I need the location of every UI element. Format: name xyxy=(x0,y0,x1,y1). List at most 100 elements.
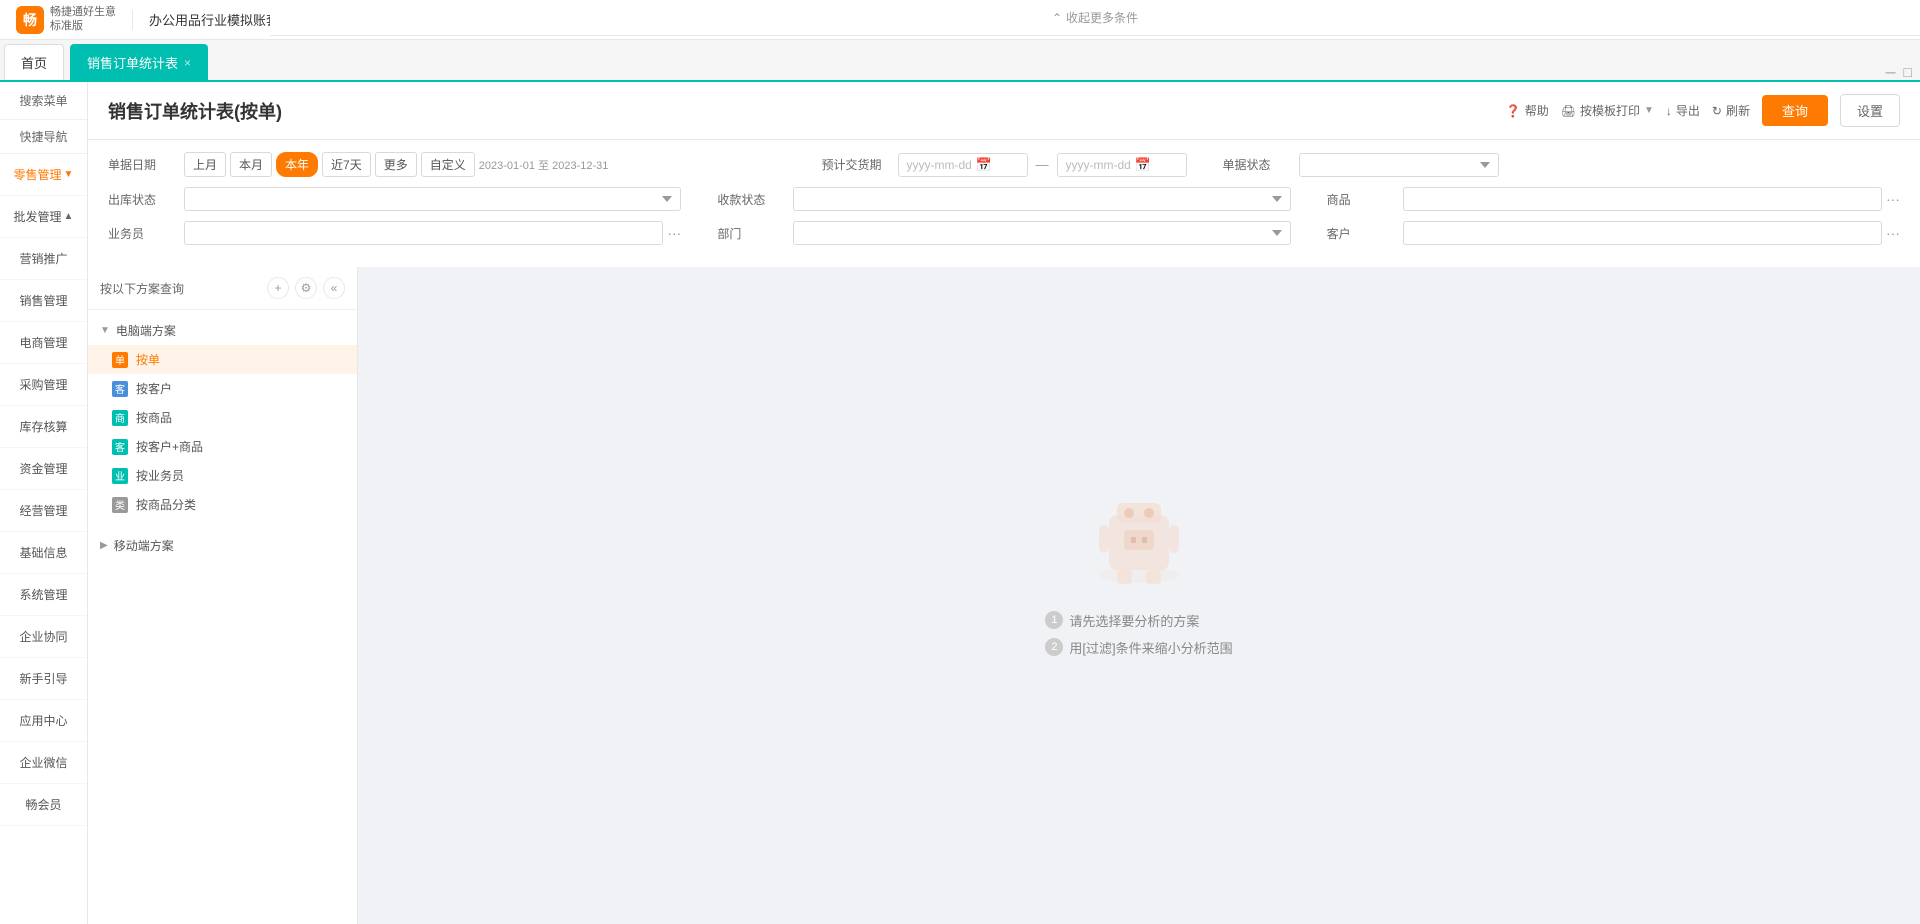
scheme-item-by-goods[interactable]: 商 按商品 xyxy=(88,403,357,432)
help-label: 帮助 xyxy=(1525,102,1549,119)
scheme-icon-goods: 商 xyxy=(112,410,128,426)
last7days-btn[interactable]: 近7天 xyxy=(322,152,371,177)
out-status-select[interactable] xyxy=(184,187,681,211)
print-icon: 🖨 xyxy=(1561,104,1576,118)
expected-date-from-input[interactable]: yyyy-mm-dd 📅 xyxy=(898,153,1028,177)
tab-sales-order[interactable]: 销售订单统计表 × xyxy=(70,44,208,80)
this-month-btn[interactable]: 本月 xyxy=(230,152,272,177)
last-month-btn[interactable]: 上月 xyxy=(184,152,226,177)
sidebar-item-inventory[interactable]: 库存核算 xyxy=(0,406,87,448)
sidebar-item-wechat[interactable]: 企业微信 xyxy=(0,742,87,784)
scheme-item-by-order[interactable]: 单 按单 xyxy=(88,345,357,374)
left-panel-header: 按以下方案查询 + ⚙ « xyxy=(88,267,357,310)
page-header-actions: ❓ 帮助 🖨 按模板打印 ▼ ↓ 导出 ↻ 刷新 查询 设置 xyxy=(1506,94,1900,139)
expected-date-to-input[interactable]: yyyy-mm-dd 📅 xyxy=(1057,153,1187,177)
export-button[interactable]: ↓ 导出 xyxy=(1666,102,1700,119)
refresh-label: 刷新 xyxy=(1726,102,1750,119)
scheme-label-order: 按单 xyxy=(136,351,160,368)
retail-arrow: ▼ xyxy=(64,169,74,180)
calendar-from-icon[interactable]: 📅 xyxy=(976,157,992,173)
status-select[interactable] xyxy=(1299,153,1499,177)
scheme-item-by-staff[interactable]: 业 按业务员 xyxy=(88,461,357,490)
sidebar-item-member[interactable]: 畅会员 xyxy=(0,784,87,826)
out-status-group xyxy=(184,187,681,211)
current-year-btn[interactable]: 本年 xyxy=(276,152,318,177)
out-status-label: 出库状态 xyxy=(108,191,168,208)
scheme-item-by-customer-goods[interactable]: 客 按客户+商品 xyxy=(88,432,357,461)
scheme-icon-customer-goods: 客 xyxy=(112,439,128,455)
scheme-settings-button[interactable]: ⚙ xyxy=(295,277,317,299)
sidebar-item-wholesale[interactable]: 批发管理 ▲ xyxy=(0,196,87,238)
sidebar-item-marketing[interactable]: 营销推广 xyxy=(0,238,87,280)
print-button[interactable]: 🖨 按模板打印 ▼ xyxy=(1561,102,1654,119)
page-header: 销售订单统计表(按单) ❓ 帮助 🖨 按模板打印 ▼ ↓ 导出 ↻ 刷新 xyxy=(88,82,1920,140)
sidebar-item-system[interactable]: 系统管理 xyxy=(0,574,87,616)
sidebar-search[interactable]: 搜索菜单 xyxy=(0,82,87,120)
pay-status-group xyxy=(793,187,1290,211)
add-scheme-button[interactable]: + xyxy=(267,277,289,299)
customer-input[interactable] xyxy=(1403,221,1882,245)
refresh-button[interactable]: ↻ 刷新 xyxy=(1712,102,1750,119)
date-label: 单据日期 xyxy=(108,156,168,173)
logo-area: 畅 畅捷通好生意 标准版 xyxy=(16,6,116,34)
sidebar-item-finance[interactable]: 资金管理 xyxy=(0,448,87,490)
sidebar-item-retail[interactable]: 零售管理 ▼ xyxy=(0,154,87,196)
sidebar-item-ecommerce[interactable]: 电商管理 xyxy=(0,322,87,364)
mobile-group-header[interactable]: ▶ 移动端方案 xyxy=(88,531,357,560)
goods-label: 商品 xyxy=(1327,191,1387,208)
staff-more-icon[interactable]: ··· xyxy=(667,225,681,241)
print-label: 按模板打印 xyxy=(1580,102,1640,119)
goods-more-icon[interactable]: ··· xyxy=(1886,191,1900,207)
date-to-placeholder: yyyy-mm-dd xyxy=(1066,158,1131,172)
empty-state: 1 请先选择要分析的方案 2 用[过滤]条件来缩小分析范围 xyxy=(1045,475,1232,657)
sidebar-item-purchase[interactable]: 采购管理 xyxy=(0,364,87,406)
sidebar-quick-nav[interactable]: 快捷导航 xyxy=(0,120,87,154)
sidebar-item-sales[interactable]: 销售管理 xyxy=(0,280,87,322)
goods-group: ··· xyxy=(1403,187,1900,211)
collapse-panel-button[interactable]: « xyxy=(323,277,345,299)
wholesale-arrow: ▲ xyxy=(64,211,74,222)
desktop-group-header[interactable]: ▼ 电脑端方案 xyxy=(88,316,357,345)
empty-illustration xyxy=(1079,475,1199,595)
help-button[interactable]: ❓ 帮助 xyxy=(1506,102,1549,119)
sidebar-item-operations[interactable]: 经营管理 xyxy=(0,490,87,532)
calendar-to-icon[interactable]: 📅 xyxy=(1135,157,1151,173)
sidebar-item-enterprise[interactable]: 企业协同 xyxy=(0,616,87,658)
query-button[interactable]: 查询 xyxy=(1762,95,1828,126)
sidebar-item-newbie[interactable]: 新手引导 xyxy=(0,658,87,700)
hint-text-1: 请先选择要分析的方案 xyxy=(1069,611,1199,630)
scheme-label-category: 按商品分类 xyxy=(136,496,196,513)
filter-panel: 单据日期 上月 本月 本年 近7天 更多 自定义 2023-01-01 至 20… xyxy=(88,140,1920,267)
print-dropdown-arrow[interactable]: ▼ xyxy=(1644,105,1654,116)
setting-button[interactable]: 设置 xyxy=(1840,94,1900,127)
customer-more-icon[interactable]: ··· xyxy=(1886,225,1900,241)
expected-date-from: yyyy-mm-dd 📅 — yyyy-mm-dd 📅 xyxy=(898,153,1187,177)
hint-num-1: 1 xyxy=(1045,611,1063,629)
tab-home[interactable]: 首页 xyxy=(4,44,64,80)
right-content: ⌃ 收起更多条件 xyxy=(358,267,1920,924)
scheme-label-customer: 按客户 xyxy=(136,380,172,397)
sidebar-wholesale-label: 批发管理 xyxy=(14,208,62,225)
app-title-text: 办公用品行业模拟账套 xyxy=(149,10,279,29)
sidebar-item-appstore[interactable]: 应用中心 xyxy=(0,700,87,742)
expected-date-label: 预计交货期 xyxy=(822,156,882,173)
more-btn[interactable]: 更多 xyxy=(375,152,417,177)
pay-status-select[interactable] xyxy=(793,187,1290,211)
dept-select[interactable] xyxy=(793,221,1290,245)
scheme-icon-staff: 业 xyxy=(112,468,128,484)
tab-close-icon[interactable]: × xyxy=(184,56,191,70)
hint-num-2: 2 xyxy=(1045,638,1063,656)
mobile-scheme-group: ▶ 移动端方案 xyxy=(88,525,357,566)
date-range-text: 2023-01-01 至 2023-12-31 xyxy=(479,157,609,173)
scheme-icon-customer: 客 xyxy=(112,381,128,397)
tab-sales-order-label: 销售订单统计表 xyxy=(87,53,178,72)
tab-minimize-button[interactable]: ─ xyxy=(1886,64,1896,80)
tab-maximize-button[interactable]: □ xyxy=(1904,64,1912,80)
staff-input[interactable] xyxy=(184,221,663,245)
custom-btn[interactable]: 自定义 xyxy=(421,152,475,177)
goods-input[interactable] xyxy=(1403,187,1882,211)
sidebar-item-basic[interactable]: 基础信息 xyxy=(0,532,87,574)
scheme-item-by-customer[interactable]: 客 按客户 xyxy=(88,374,357,403)
staff-group: ··· xyxy=(184,221,681,245)
scheme-item-by-category[interactable]: 类 按商品分类 xyxy=(88,490,357,519)
